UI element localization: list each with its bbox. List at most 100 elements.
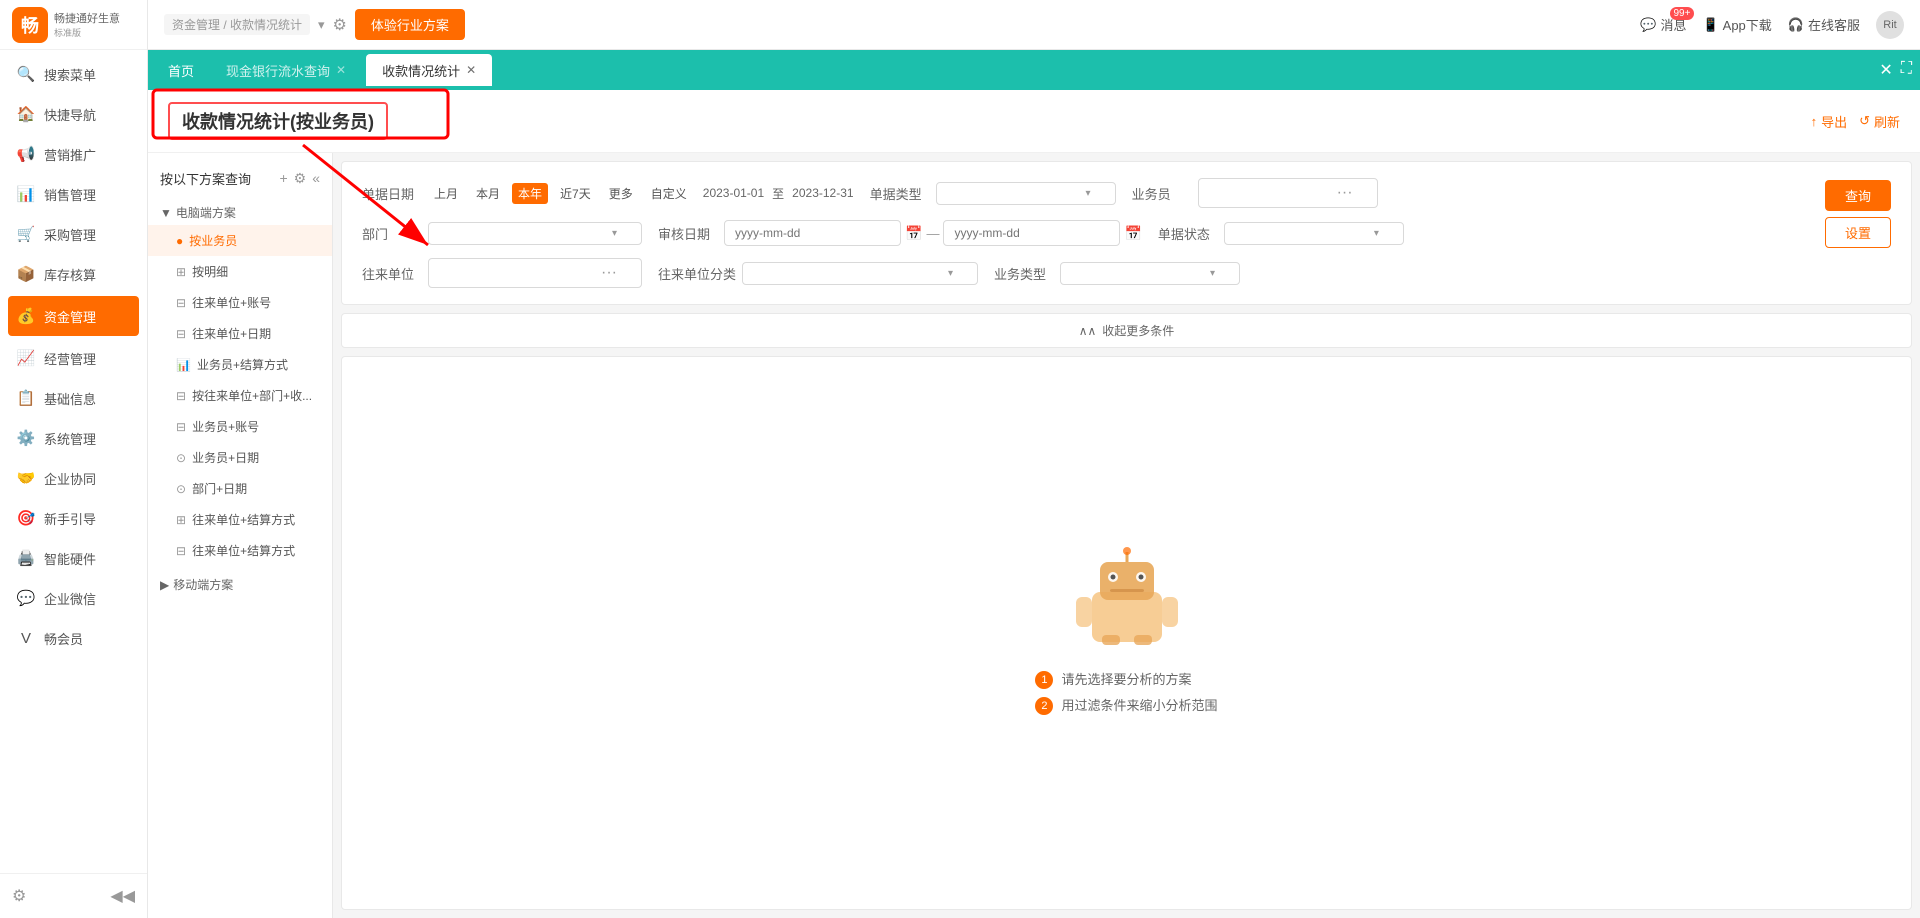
scheme-partner-settlement2[interactable]: ⊟ 往来单位+结算方式 [148, 535, 332, 566]
sidebar-item-operation[interactable]: 📈 经营管理 [0, 338, 147, 378]
basic-icon: 📋 [16, 388, 36, 408]
audit-date-to[interactable] [943, 220, 1120, 246]
headset-icon: 🎧 [1788, 17, 1804, 33]
online-service-button[interactable]: 🎧 在线客服 [1788, 15, 1860, 34]
audit-to-calendar-icon[interactable]: 📅 [1124, 225, 1141, 242]
scheme-salesman-date[interactable]: ⊙ 业务员+日期 [148, 442, 332, 473]
tab-bar: 首页 现金银行流水查询 ✕ 收款情况统计 ✕ ✕ ⛶ [148, 50, 1920, 90]
collapse-panel-icon[interactable]: « [312, 170, 320, 187]
filter-bill-status-col: 单据状态 ▾ [1158, 222, 1404, 245]
dept-select[interactable]: ▾ [428, 222, 642, 245]
sidebar-item-shortcut[interactable]: 🏠 快捷导航 [0, 94, 147, 134]
export-icon: ↑ [1811, 114, 1818, 129]
settings-bottom-icon[interactable]: ⚙ [8, 882, 30, 910]
sidebar-item-enterprise[interactable]: 🤝 企业协同 [0, 458, 147, 498]
sidebar-item-marketing[interactable]: 📢 营销推广 [0, 134, 147, 174]
query-button[interactable]: 查询 [1825, 180, 1891, 211]
partner-select[interactable]: ··· [428, 258, 642, 288]
marketing-icon: 📢 [16, 144, 36, 164]
empty-steps: 1 请先选择要分析的方案 2 用过滤条件来缩小分析范围 [1035, 667, 1217, 719]
audit-date-from[interactable] [724, 220, 901, 246]
main-panel: 单据日期 上月 本月 本年 近7天 更多 自定义 [333, 153, 1920, 918]
gear-icon[interactable]: ⚙ [333, 15, 347, 35]
scheme-salesman-settlement[interactable]: 📊 业务员+结算方式 [148, 349, 332, 380]
audit-from-calendar-icon[interactable]: 📅 [905, 225, 922, 242]
collapse-bar[interactable]: ∧∧ 收起更多条件 [341, 313, 1912, 348]
user-avatar[interactable]: Rit [1876, 11, 1904, 39]
sidebar-item-system[interactable]: ⚙️ 系统管理 [0, 418, 147, 458]
filter-row-1: 单据日期 上月 本月 本年 近7天 更多 自定义 [362, 178, 1809, 208]
mobile-scheme-group: ▶ 移动端方案 [148, 568, 332, 599]
sidebar-item-inventory[interactable]: 📦 库存核算 [0, 254, 147, 294]
sidebar-item-wechat[interactable]: 💬 企业微信 [0, 578, 147, 618]
sidebar-item-basic[interactable]: 📋 基础信息 [0, 378, 147, 418]
tab-receipt[interactable]: 收款情况统计 ✕ [366, 54, 492, 86]
export-button[interactable]: ↑ 导出 [1811, 112, 1848, 131]
chevron-up-icon: ∧∧ [1079, 324, 1097, 338]
date-shortcut-group: 上月 本月 本年 近7天 更多 自定义 [428, 183, 693, 204]
scheme-partner-account[interactable]: ⊟ 往来单位+账号 [148, 287, 332, 318]
desktop-scheme-title[interactable]: ▼ 电脑端方案 [148, 198, 332, 225]
scheme-settings-icon[interactable]: ⚙ [294, 170, 307, 187]
panel-header: 按以下方案查询 + ⚙ « [148, 161, 332, 196]
salesman-select[interactable]: ··· [1198, 178, 1378, 208]
trial-button[interactable]: 体验行业方案 [355, 9, 465, 40]
biz-type-select[interactable]: ▾ [1060, 262, 1240, 285]
this-year-btn[interactable]: 本年 [512, 183, 548, 204]
last7-btn[interactable]: 近7天 [554, 183, 597, 204]
dept-date-icon: ⊙ [176, 482, 186, 496]
inventory-icon: 📦 [16, 264, 36, 284]
filter-setting-button[interactable]: 设置 [1825, 217, 1891, 248]
home-icon: 🏠 [16, 104, 36, 124]
scheme-partner-settlement1[interactable]: ⊞ 往来单位+结算方式 [148, 504, 332, 535]
tab-maximize-icon[interactable]: ⛶ [1901, 60, 1912, 80]
partner-classify-select[interactable]: ▾ [742, 262, 978, 285]
add-scheme-button[interactable]: + [279, 170, 287, 187]
step-2: 2 用过滤条件来缩小分析范围 [1035, 693, 1217, 719]
operation-icon: 📈 [16, 348, 36, 368]
tab-bank[interactable]: 现金银行流水查询 ✕ [210, 54, 362, 86]
filter-partner-classify-col: 往来单位分类 ▾ [658, 262, 978, 285]
filter-audit-date-col: 审核日期 📅 — 📅 [658, 220, 1142, 246]
bill-status-select[interactable]: ▾ [1224, 222, 1404, 245]
collapse-sidebar-icon[interactable]: ◀◀ [106, 882, 139, 910]
sidebar-item-sales[interactable]: 📊 销售管理 [0, 174, 147, 214]
refresh-icon: ↺ [1859, 113, 1870, 129]
scheme-partner-date[interactable]: ⊟ 往来单位+日期 [148, 318, 332, 349]
mobile-scheme-title[interactable]: ▶ 移动端方案 [148, 570, 332, 597]
scheme-by-detail[interactable]: ⊞ 按明细 [148, 256, 332, 287]
bill-type-select[interactable]: ▾ [936, 182, 1116, 205]
salesman-more-icon[interactable]: ··· [1337, 184, 1353, 202]
sidebar-item-finance[interactable]: 💰 资金管理 [8, 296, 139, 336]
system-icon: ⚙️ [16, 428, 36, 448]
filter-date-col: 单据日期 上月 本月 本年 近7天 更多 自定义 [362, 183, 854, 204]
partner-more-icon[interactable]: ··· [601, 264, 617, 282]
dropdown-arrow-icon[interactable]: ▾ [318, 17, 325, 33]
biz-type-label: 业务类型 [994, 264, 1054, 283]
app-download-button[interactable]: 📱 App下载 [1702, 15, 1771, 34]
this-month-btn[interactable]: 本月 [470, 183, 506, 204]
scheme-partner-dept[interactable]: ⊟ 按往来单位+部门+收... [148, 380, 332, 411]
last-month-btn[interactable]: 上月 [428, 183, 464, 204]
tab-receipt-close-icon[interactable]: ✕ [466, 63, 476, 77]
guide-icon: 🎯 [16, 508, 36, 528]
salesman-settlement-icon: 📊 [176, 358, 191, 372]
scheme-dept-date[interactable]: ⊙ 部门+日期 [148, 473, 332, 504]
sidebar-item-vip[interactable]: V 畅会员 [0, 618, 147, 658]
partner-settlement2-icon: ⊟ [176, 544, 186, 558]
custom-btn[interactable]: 自定义 [645, 183, 693, 204]
sidebar-item-hardware[interactable]: 🖨️ 智能硬件 [0, 538, 147, 578]
scheme-by-salesman[interactable]: ● 按业务员 [148, 225, 332, 256]
tab-bank-close-icon[interactable]: ✕ [336, 63, 346, 77]
refresh-button[interactable]: ↺ 刷新 [1859, 112, 1900, 131]
header-left: 资金管理 / 收款情况统计 ▾ ⚙ 体验行业方案 [164, 9, 465, 40]
sidebar-item-search[interactable]: 🔍 搜索菜单 [0, 54, 147, 94]
scheme-salesman-account[interactable]: ⊟ 业务员+账号 [148, 411, 332, 442]
message-button[interactable]: 💬 消息 99+ [1640, 15, 1686, 34]
chevron-right-icon: ▶ [160, 578, 169, 592]
sidebar-item-purchase[interactable]: 🛒 采购管理 [0, 214, 147, 254]
tab-home[interactable]: 首页 [156, 55, 206, 86]
tab-close-all-icon[interactable]: ✕ [1879, 60, 1892, 80]
sidebar-item-guide[interactable]: 🎯 新手引导 [0, 498, 147, 538]
more-btn[interactable]: 更多 [603, 183, 639, 204]
